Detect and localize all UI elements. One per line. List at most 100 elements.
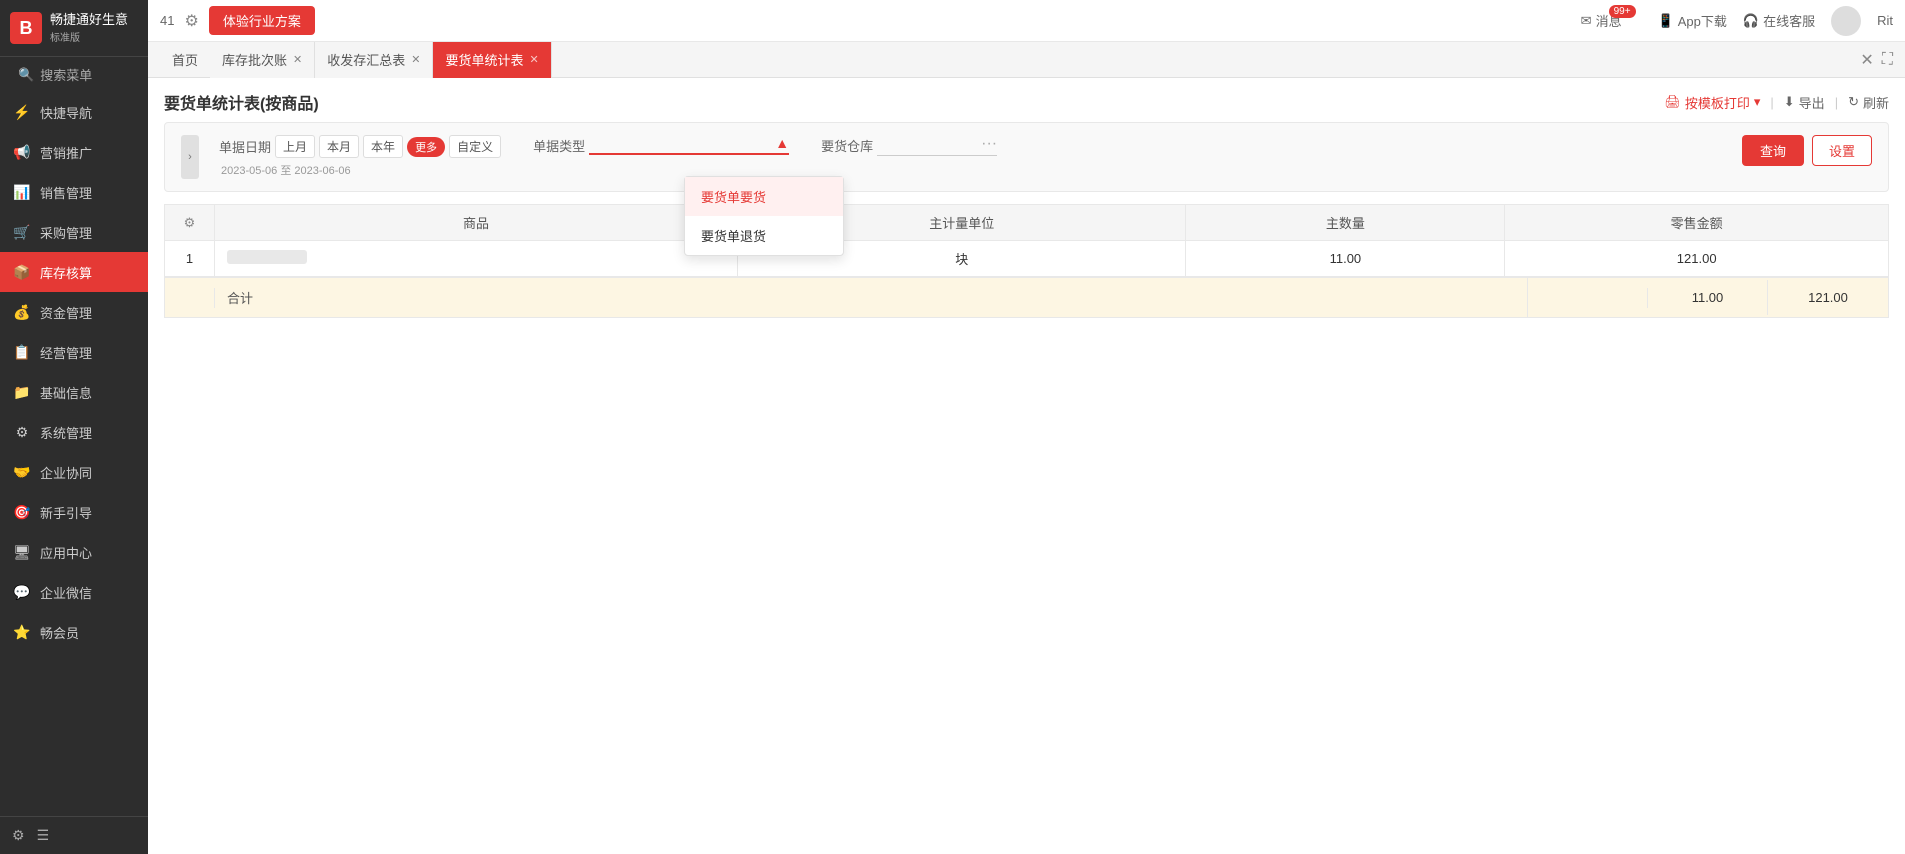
date-cur-year-btn[interactable]: 本年 [363,135,403,158]
filter-area: › 单据日期 上月 本月 本年 更多 自定义 2023-05-06 至 2023… [164,122,1889,192]
sidebar-item-system[interactable]: ⚙ 系统管理 [0,412,148,452]
tab-batch-label: 库存批次账 [222,50,287,69]
export-label: 导出 [1799,93,1825,112]
sidebar-item-sales[interactable]: 📊 销售管理 [0,172,148,212]
sidebar-item-marketing[interactable]: 📢 营销推广 [0,132,148,172]
tab-batch-close[interactable]: ✕ [293,53,302,66]
sidebar-item-basic[interactable]: 📁 基础信息 [0,372,148,412]
online-service-btn[interactable]: 🎧 在线客服 [1743,11,1815,30]
page-actions: 🖨 按模板打印 ▾ | ⬇ 导出 | ↻ 刷新 [1664,93,1889,112]
sidebar-item-operation[interactable]: 📋 经营管理 [0,332,148,372]
warehouse-more-icon[interactable]: ··· [981,135,997,153]
filter-type-select[interactable]: ▲ [589,135,789,155]
main-area: 41 ⚙ 体验行业方案 ✉ 消息 99+ 📱 App下载 🎧 在线客服 Rit … [148,0,1905,854]
sidebar-item-label: 采购管理 [40,223,92,242]
tab-batch[interactable]: 库存批次账 ✕ [210,42,315,78]
sidebar-item-vip[interactable]: ⭐ 畅会员 [0,612,148,652]
sidebar-item-guide[interactable]: 🎯 新手引导 [0,492,148,532]
cell-seq: 1 [165,241,215,277]
sidebar-item-appstore[interactable]: 🖥 应用中心 [0,532,148,572]
tab-requisition-close[interactable]: ✕ [530,53,539,66]
marketing-icon: 📢 [12,142,32,162]
sidebar-item-label: 销售管理 [40,183,92,202]
date-cur-month-btn[interactable]: 本月 [319,135,359,158]
messages-btn[interactable]: ✉ 消息 99+ [1581,11,1622,30]
filter-right-buttons: 查询 设置 [1742,135,1872,166]
operation-icon: 📋 [12,342,32,362]
appstore-icon: 🖥 [12,542,32,562]
messages-badge: 99+ [1609,5,1636,18]
filter-date-row: 单据日期 上月 本月 本年 更多 自定义 [219,135,501,158]
sidebar-item-purchase[interactable]: 🛒 采购管理 [0,212,148,252]
guide-icon: 🎯 [12,502,32,522]
basic-icon: 📁 [12,382,32,402]
fullscreen-btn[interactable]: ⛶ [1882,50,1893,70]
topbar-right: ✉ 消息 99+ 📱 App下载 🎧 在线客服 Rit [1581,6,1893,36]
print-button[interactable]: 🖨 按模板打印 ▾ [1664,93,1760,112]
sidebar-item-label: 基础信息 [40,383,92,402]
vip-icon: ⭐ [12,622,32,642]
app-download-btn[interactable]: 📱 App下载 [1658,11,1727,30]
close-tab-btn[interactable]: ✕ [1860,50,1873,70]
tab-actions: ✕ ⛶ [1860,50,1893,70]
settings-icon[interactable]: ⚙ [12,827,25,844]
sidebar-item-label: 新手引导 [40,503,92,522]
date-custom-btn[interactable]: 自定义 [449,135,501,158]
sidebar-item-weixin[interactable]: 💬 企业微信 [0,572,148,612]
query-button[interactable]: 查询 [1742,135,1804,166]
cell-amount: 121.00 [1505,241,1889,277]
product-blurred [227,250,307,264]
separator-2: | [1835,95,1838,110]
dropdown-item-return[interactable]: 要货单退货 [685,216,843,255]
data-table-wrap: ⚙ 商品 主计量单位 主数量 零售金额 1 块 [164,204,1889,277]
tab-requisition-label: 要货单统计表 [445,50,523,69]
footer-label: 合计 [215,278,1528,317]
date-more-badge[interactable]: 更多 [407,137,445,157]
tab-home[interactable]: 首页 [160,42,210,78]
inventory-icon: 📦 [12,262,32,282]
system-icon: ⚙ [12,422,32,442]
search-menu[interactable]: 🔍 搜索菜单 [0,57,148,92]
sidebar-item-corp[interactable]: 🤝 企业协同 [0,452,148,492]
footer-spacer [165,288,215,308]
sidebar-item-label: 企业微信 [40,583,92,602]
finance-icon: 💰 [12,302,32,322]
export-button[interactable]: ⬇ 导出 [1784,93,1825,112]
filter-warehouse-input[interactable]: ··· [877,135,997,156]
filter-expand-btn[interactable]: › [181,135,199,179]
print-label: 按模板打印 [1685,93,1750,112]
tab-requisition[interactable]: 要货单统计表 ✕ [433,42,551,78]
sidebar-item-label: 库存核算 [40,263,92,282]
export-icon: ⬇ [1784,94,1795,110]
collapse-icon[interactable]: ☰ [37,827,50,844]
sidebar-item-shortcut[interactable]: ⚡ 快捷导航 [0,92,148,132]
topbar-left: 41 ⚙ 体验行业方案 [160,6,315,35]
table-settings-icon[interactable]: ⚙ [184,215,196,230]
table-row: 1 块 11.00 121.00 [165,241,1889,277]
refresh-button[interactable]: ↻ 刷新 [1848,93,1889,112]
filter-warehouse-group: 要货仓库 ··· [821,135,997,156]
tab-delivery-label: 收发存汇总表 [327,50,405,69]
topbar-settings-icon[interactable]: ⚙ [184,11,198,31]
app-logo: B 畅捷通好生意 标准版 [0,0,148,57]
refresh-label: 刷新 [1863,93,1889,112]
sidebar-item-label: 经营管理 [40,343,92,362]
settings-button[interactable]: 设置 [1812,135,1872,166]
sidebar-item-inventory[interactable]: 📦 库存核算 [0,252,148,292]
filter-type-row: 单据类型 ▲ [533,135,789,155]
dropdown-item-requisition[interactable]: 要货单要货 [685,177,843,216]
col-settings: ⚙ [165,205,215,241]
trial-button[interactable]: 体验行业方案 [209,6,315,35]
sidebar-item-finance[interactable]: 💰 资金管理 [0,292,148,332]
page-title: 要货单统计表(按商品) [164,90,319,114]
app-icon: 📱 [1658,13,1674,29]
sidebar: B 畅捷通好生意 标准版 🔍 搜索菜单 ⚡ 快捷导航 📢 营销推广 📊 销售管理… [0,0,148,854]
sidebar-item-label: 系统管理 [40,423,92,442]
date-range-display: 2023-05-06 至 2023-06-06 [219,162,501,178]
tab-delivery[interactable]: 收发存汇总表 ✕ [315,42,433,78]
username: Rit [1877,13,1893,28]
tab-delivery-close[interactable]: ✕ [411,53,420,66]
logo-icon: B [10,12,42,44]
col-qty-header: 主数量 [1186,205,1505,241]
date-prev-month-btn[interactable]: 上月 [275,135,315,158]
